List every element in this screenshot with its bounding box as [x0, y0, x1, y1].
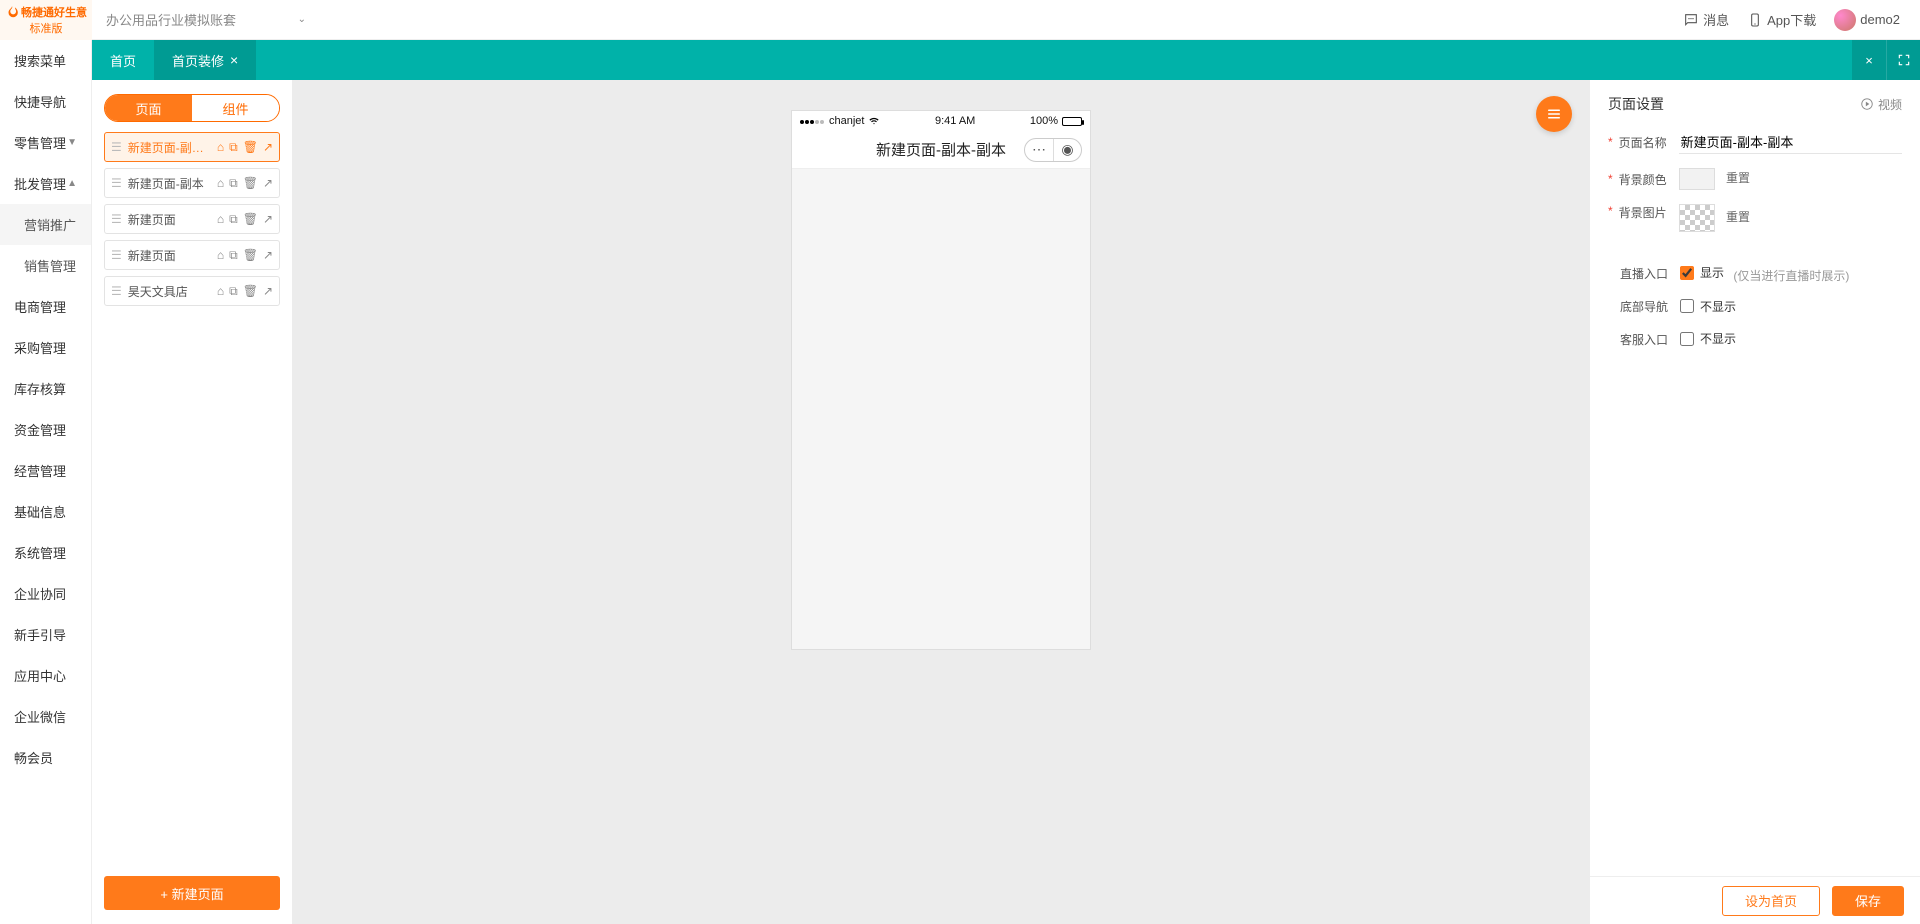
more-icon[interactable]: ⋯ [1025, 139, 1053, 161]
segment-components[interactable]: 组件 [192, 95, 279, 121]
app-download-button[interactable]: App下载 [1747, 10, 1816, 29]
video-help-link[interactable]: 视频 [1860, 96, 1902, 113]
sidebar-item[interactable]: 库存核算 [0, 368, 91, 409]
phone-icon [1747, 12, 1763, 28]
avatar [1834, 9, 1856, 31]
share-icon[interactable]: ↗ [263, 212, 273, 227]
reset-color-button[interactable]: 重置 [1726, 171, 1750, 185]
service-entry-checkbox[interactable]: 不显示 [1680, 330, 1736, 347]
sidebar-item[interactable]: 基础信息 [0, 491, 91, 532]
logo[interactable]: 畅捷通好生意 标准版 [0, 0, 92, 40]
sidebar-item[interactable]: 新手引导 [0, 614, 91, 655]
share-icon[interactable]: ↗ [263, 284, 273, 299]
bg-image-picker[interactable] [1679, 204, 1715, 232]
share-icon[interactable]: ↗ [263, 248, 273, 263]
new-page-button[interactable]: + 新建页面 [104, 876, 280, 910]
delete-icon[interactable]: 🗑 [243, 284, 258, 299]
segment-pages[interactable]: 页面 [105, 95, 192, 121]
page-list-item[interactable]: ☰新建页面⌂⧉🗑↗ [104, 204, 280, 234]
preview-header: 新建页面-副本-副本 ⋯ ◉ [792, 131, 1090, 169]
page-name-input[interactable] [1679, 130, 1902, 154]
sidebar-item[interactable]: 资金管理 [0, 409, 91, 450]
delete-icon[interactable]: 🗑 [243, 248, 258, 263]
signal-icon [800, 115, 825, 127]
home-icon[interactable]: ⌂ [217, 212, 224, 227]
page-list-item[interactable]: ☰昊天文具店⌂⧉🗑↗ [104, 276, 280, 306]
expand-icon [1897, 53, 1911, 67]
toggle-panel-button[interactable] [1536, 96, 1572, 132]
status-bar: chanjet 9:41 AM 100% [792, 111, 1090, 131]
chevron-down-icon: ⌄ [298, 14, 306, 25]
home-icon[interactable]: ⌂ [217, 176, 224, 191]
drag-handle-icon[interactable]: ☰ [111, 284, 122, 298]
account-select[interactable]: 办公用品行业模拟账套 ⌄ [106, 10, 306, 29]
settings-panel: 页面设置 视频 *页面名称 *背景颜色 重 [1590, 80, 1920, 924]
sidebar-item[interactable]: 搜索菜单 [0, 40, 91, 81]
close-all-button[interactable]: × [1852, 40, 1886, 80]
play-icon [1860, 97, 1874, 111]
sidebar-item[interactable]: 企业微信 [0, 696, 91, 737]
share-icon[interactable]: ↗ [263, 140, 273, 155]
bottom-nav-checkbox[interactable]: 不显示 [1680, 298, 1736, 315]
sidebar-item[interactable]: 批发管理▲ [0, 163, 91, 204]
drag-handle-icon[interactable]: ☰ [111, 176, 122, 190]
drag-handle-icon[interactable]: ☰ [111, 140, 122, 154]
sidebar: 搜索菜单快捷导航零售管理▼批发管理▲营销推广销售管理电商管理采购管理库存核算资金… [0, 40, 92, 924]
panel-title: 页面设置 [1608, 94, 1664, 114]
wifi-icon [868, 116, 880, 126]
sidebar-item[interactable]: 经营管理 [0, 450, 91, 491]
page-list-item[interactable]: ☰新建页面⌂⧉🗑↗ [104, 240, 280, 270]
copy-icon[interactable]: ⧉ [229, 140, 238, 155]
pages-panel: 页面 组件 ☰新建页面-副本-...⌂⧉🗑↗☰新建页面-副本⌂⧉🗑↗☰新建页面⌂… [92, 80, 292, 924]
drag-handle-icon[interactable]: ☰ [111, 212, 122, 226]
copy-icon[interactable]: ⧉ [229, 176, 238, 191]
chat-icon [1683, 12, 1699, 28]
home-icon[interactable]: ⌂ [217, 248, 224, 263]
sidebar-item[interactable]: 畅会员 [0, 737, 91, 778]
battery-icon [1062, 117, 1082, 126]
save-button[interactable]: 保存 [1832, 886, 1904, 916]
copy-icon[interactable]: ⧉ [229, 212, 238, 227]
delete-icon[interactable]: 🗑 [243, 140, 258, 155]
tab-home[interactable]: 首页 [92, 40, 154, 80]
sidebar-item[interactable]: 采购管理 [0, 327, 91, 368]
home-icon[interactable]: ⌂ [217, 284, 224, 299]
sidebar-item[interactable]: 系统管理 [0, 532, 91, 573]
fullscreen-button[interactable] [1886, 40, 1920, 80]
copy-icon[interactable]: ⧉ [229, 284, 238, 299]
sidebar-item[interactable]: 企业协同 [0, 573, 91, 614]
sidebar-item[interactable]: 零售管理▼ [0, 122, 91, 163]
sidebar-item[interactable]: 应用中心 [0, 655, 91, 696]
home-icon[interactable]: ⌂ [217, 140, 224, 155]
canvas-area: chanjet 9:41 AM 100% 新建页面-副本-副本 ⋯ [292, 80, 1590, 924]
segment-control: 页面 组件 [104, 94, 280, 122]
menu-icon [1545, 105, 1563, 123]
page-list-item[interactable]: ☰新建页面-副本⌂⧉🗑↗ [104, 168, 280, 198]
reset-image-button[interactable]: 重置 [1726, 210, 1750, 224]
drag-handle-icon[interactable]: ☰ [111, 248, 122, 262]
copy-icon[interactable]: ⧉ [229, 248, 238, 263]
close-icon[interactable]: × [230, 52, 238, 68]
tabs-row: 首页 首页装修 × × [92, 40, 1920, 80]
sidebar-item[interactable]: 快捷导航 [0, 81, 91, 122]
delete-icon[interactable]: 🗑 [243, 176, 258, 191]
target-icon[interactable]: ◉ [1053, 139, 1081, 161]
user-menu[interactable]: demo2 [1834, 9, 1900, 31]
preview-body[interactable] [792, 169, 1090, 649]
live-entry-checkbox[interactable]: 显示 [1680, 264, 1724, 281]
set-home-button[interactable]: 设为首页 [1722, 886, 1820, 916]
share-icon[interactable]: ↗ [263, 176, 273, 191]
sidebar-item[interactable]: 电商管理 [0, 286, 91, 327]
sidebar-subitem[interactable]: 营销推广 [0, 204, 91, 245]
delete-icon[interactable]: 🗑 [243, 212, 258, 227]
page-list-item[interactable]: ☰新建页面-副本-...⌂⧉🗑↗ [104, 132, 280, 162]
messages-button[interactable]: 消息 [1683, 10, 1729, 29]
flame-icon [5, 5, 19, 19]
tab-decoration[interactable]: 首页装修 × [154, 40, 256, 80]
sidebar-subitem[interactable]: 销售管理 [0, 245, 91, 286]
bg-color-swatch[interactable] [1679, 168, 1715, 190]
topbar: 畅捷通好生意 标准版 办公用品行业模拟账套 ⌄ 消息 App下载 demo2 [0, 0, 1920, 40]
mobile-preview: chanjet 9:41 AM 100% 新建页面-副本-副本 ⋯ [791, 110, 1091, 650]
